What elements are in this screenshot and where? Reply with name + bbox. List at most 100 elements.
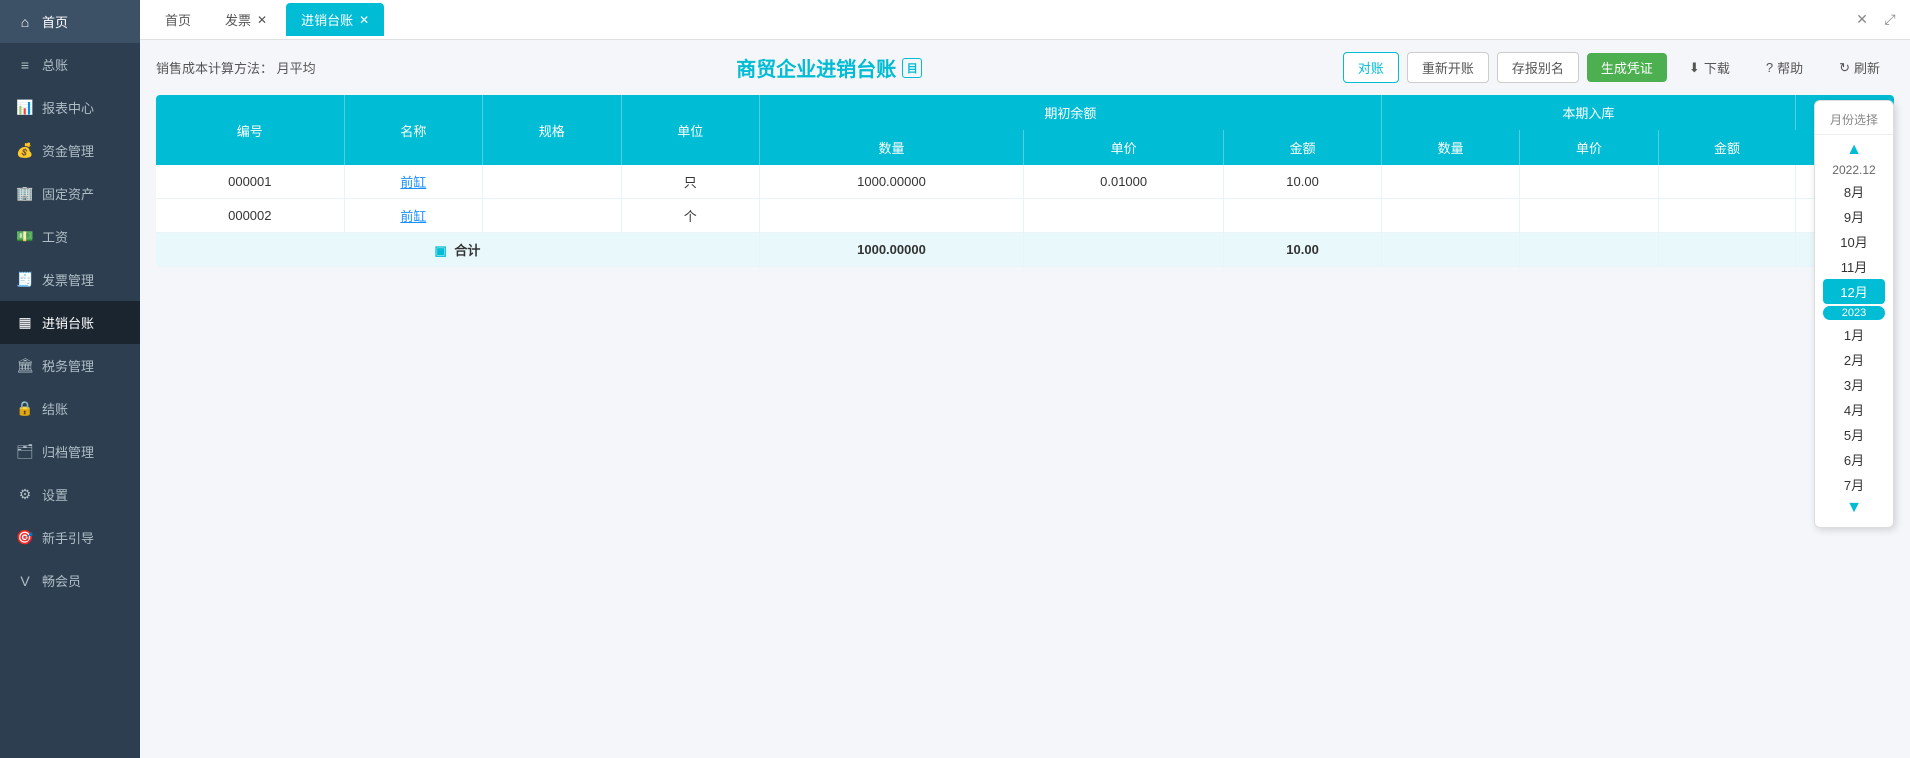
total-inbound-price bbox=[1520, 233, 1658, 267]
row1-opening-amount: 10.00 bbox=[1224, 165, 1382, 199]
download-button[interactable]: ⬇ 下载 bbox=[1675, 53, 1744, 82]
col-opening-price: 单价 bbox=[1024, 130, 1224, 165]
sidebar-item-finance[interactable]: 💰 资金管理 bbox=[0, 129, 140, 172]
month-1[interactable]: 1月 bbox=[1815, 322, 1893, 347]
window-close-button[interactable]: ✕ bbox=[1852, 10, 1872, 30]
tab-invoice[interactable]: 发票 ✕ bbox=[210, 3, 282, 36]
tab-invoice-close[interactable]: ✕ bbox=[257, 14, 267, 26]
tab-inventory-close[interactable]: ✕ bbox=[359, 14, 369, 26]
year-2022-label: 2022.12 bbox=[1815, 161, 1893, 179]
sidebar-item-guide[interactable]: 🎯 新手引导 bbox=[0, 516, 140, 559]
total-icon: ▣ bbox=[435, 243, 447, 258]
info-bar: 销售成本计算方法： 月平均 商贸企业进销台账 目 对账 重新开账 存报别名 生成… bbox=[156, 52, 1894, 83]
col-inbound-amount: 金额 bbox=[1658, 130, 1795, 165]
main-content: 首页 发票 ✕ 进销台账 ✕ ✕ ⤢ 销售成本计算方法： 月平均 商贸企业进销台… bbox=[140, 0, 1910, 758]
info-icon[interactable]: 目 bbox=[902, 58, 922, 78]
total-inbound-qty bbox=[1381, 233, 1519, 267]
sidebar-item-assets[interactable]: 🏢 固定资产 bbox=[0, 172, 140, 215]
col-inbound-qty: 数量 bbox=[1381, 130, 1519, 165]
row1-inbound-price bbox=[1520, 165, 1658, 199]
row1-inbound-amount bbox=[1658, 165, 1795, 199]
reopen-button[interactable]: 重新开账 bbox=[1407, 52, 1489, 83]
col-opening-balance-group: 期初余额 bbox=[759, 95, 1381, 130]
col-name: 名称 bbox=[344, 95, 482, 165]
month-6[interactable]: 6月 bbox=[1815, 447, 1893, 472]
table-row: 000001 前缸 只 1000.00000 0.01000 10.00 bbox=[156, 165, 1894, 199]
row2-opening-price bbox=[1024, 199, 1224, 233]
window-controls: ✕ ⤢ bbox=[1852, 10, 1900, 30]
sidebar-item-invoice-mgmt[interactable]: 🧾 发票管理 bbox=[0, 258, 140, 301]
col-inbound-group: 本期入库 bbox=[1381, 95, 1795, 130]
row1-opening-price: 0.01000 bbox=[1024, 165, 1224, 199]
col-unit: 单位 bbox=[621, 95, 759, 165]
sidebar-item-close[interactable]: 🔒 结账 bbox=[0, 387, 140, 430]
month-7[interactable]: 7月 bbox=[1815, 472, 1893, 497]
page-title-area: 商贸企业进销台账 目 bbox=[736, 53, 922, 82]
row2-inbound-qty bbox=[1381, 199, 1519, 233]
month-panel: 月份选择 ▲ 2022.12 8月 9月 10月 11月 12月 2023 1月… bbox=[1814, 100, 1894, 528]
page-body: 销售成本计算方法： 月平均 商贸企业进销台账 目 对账 重新开账 存报别名 生成… bbox=[140, 40, 1910, 758]
tab-inventory[interactable]: 进销台账 ✕ bbox=[286, 3, 384, 36]
download-icon: ⬇ bbox=[1689, 60, 1700, 76]
total-inbound-amount bbox=[1658, 233, 1795, 267]
row2-code: 000002 bbox=[156, 199, 344, 233]
sidebar-item-inventory[interactable]: ▦ 进销台账 bbox=[0, 301, 140, 344]
sidebar-item-payroll[interactable]: 💵 工资 bbox=[0, 215, 140, 258]
assets-icon: 🏢 bbox=[16, 185, 34, 202]
row2-name: 前缸 bbox=[344, 199, 482, 233]
inventory-table-container: 编号 名称 规格 单位 期初余额 本期入库 数 数量 单价 金额 数量 单价 bbox=[156, 95, 1894, 267]
total-opening-amount: 10.00 bbox=[1224, 233, 1382, 267]
reconcile-button[interactable]: 对账 bbox=[1343, 52, 1399, 83]
month-12[interactable]: 12月 bbox=[1823, 279, 1885, 304]
toolbar-right: 对账 重新开账 存报别名 生成凭证 ⬇ 下载 ? 帮助 ↻ 刷新 bbox=[1343, 52, 1894, 83]
col-spec: 规格 bbox=[483, 95, 621, 165]
month-2[interactable]: 2月 bbox=[1815, 347, 1893, 372]
col-inbound-price: 单价 bbox=[1520, 130, 1658, 165]
tab-home[interactable]: 首页 bbox=[150, 3, 206, 36]
total-row: ▣ 合计 1000.00000 10.00 bbox=[156, 233, 1894, 267]
month-3[interactable]: 3月 bbox=[1815, 372, 1893, 397]
row1-spec bbox=[483, 165, 621, 199]
sidebar-item-archive[interactable]: 🗂 归档管理 bbox=[0, 430, 140, 473]
refresh-icon: ↻ bbox=[1839, 60, 1850, 76]
month-10[interactable]: 10月 bbox=[1815, 229, 1893, 254]
tab-inventory-label: 进销台账 bbox=[301, 10, 353, 29]
invoice-mgmt-icon: 🧾 bbox=[16, 271, 34, 288]
ledger-icon: ≡ bbox=[16, 57, 34, 73]
sidebar-item-ledger[interactable]: ≡ 总账 bbox=[0, 43, 140, 86]
sidebar: ⌂ 首页 ≡ 总账 📊 报表中心 💰 资金管理 🏢 固定资产 💵 工资 🧾 发票… bbox=[0, 0, 140, 758]
save-alias-button[interactable]: 存报别名 bbox=[1497, 52, 1579, 83]
table-row: 000002 前缸 个 bbox=[156, 199, 1894, 233]
generate-voucher-button[interactable]: 生成凭证 bbox=[1587, 53, 1667, 82]
month-8[interactable]: 8月 bbox=[1815, 179, 1893, 204]
month-next-button[interactable]: ▼ bbox=[1815, 497, 1893, 519]
total-opening-qty: 1000.00000 bbox=[759, 233, 1023, 267]
col-opening-qty: 数量 bbox=[759, 130, 1023, 165]
row1-name: 前缸 bbox=[344, 165, 482, 199]
window-maximize-button[interactable]: ⤢ bbox=[1880, 10, 1900, 30]
help-icon: ? bbox=[1766, 60, 1773, 75]
month-5[interactable]: 5月 bbox=[1815, 422, 1893, 447]
month-panel-title: 月份选择 bbox=[1815, 109, 1893, 135]
sidebar-item-tax[interactable]: 🏛 税务管理 bbox=[0, 344, 140, 387]
sidebar-item-settings[interactable]: ⚙ 设置 bbox=[0, 473, 140, 516]
row2-spec bbox=[483, 199, 621, 233]
month-11[interactable]: 11月 bbox=[1815, 254, 1893, 279]
month-4[interactable]: 4月 bbox=[1815, 397, 1893, 422]
total-label: ▣ 合计 bbox=[156, 233, 759, 267]
col-code: 编号 bbox=[156, 95, 344, 165]
close-accounts-icon: 🔒 bbox=[16, 400, 34, 417]
sidebar-item-reports[interactable]: 📊 报表中心 bbox=[0, 86, 140, 129]
month-9[interactable]: 9月 bbox=[1815, 204, 1893, 229]
help-button[interactable]: ? 帮助 bbox=[1752, 53, 1817, 82]
guide-icon: 🎯 bbox=[16, 529, 34, 546]
row1-unit: 只 bbox=[621, 165, 759, 199]
row2-inbound-amount bbox=[1658, 199, 1795, 233]
sidebar-item-member[interactable]: V 畅会员 bbox=[0, 559, 140, 602]
tab-bar: 首页 发票 ✕ 进销台账 ✕ ✕ ⤢ bbox=[140, 0, 1910, 40]
finance-icon: 💰 bbox=[16, 142, 34, 159]
row2-opening-amount bbox=[1224, 199, 1382, 233]
month-prev-button[interactable]: ▲ bbox=[1815, 139, 1893, 161]
refresh-button[interactable]: ↻ 刷新 bbox=[1825, 53, 1894, 82]
sidebar-item-home[interactable]: ⌂ 首页 bbox=[0, 0, 140, 43]
